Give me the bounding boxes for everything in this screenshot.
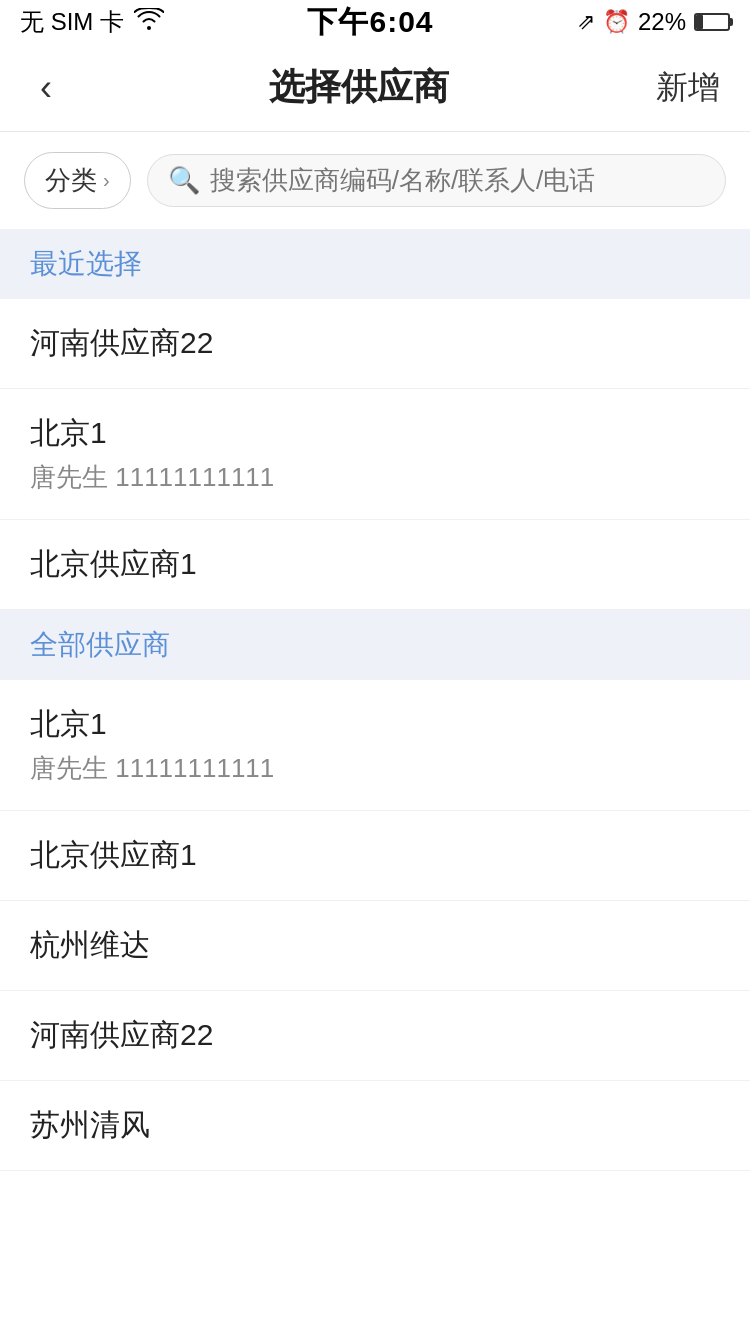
- page-title: 选择供应商: [269, 63, 449, 112]
- search-box[interactable]: 🔍: [147, 154, 726, 207]
- list-item-recent-2[interactable]: 北京供应商1: [0, 520, 750, 610]
- status-time: 下午6:04: [307, 2, 433, 43]
- item-name: 河南供应商22: [30, 1015, 720, 1056]
- list-item-recent-0[interactable]: 河南供应商22: [0, 299, 750, 389]
- item-name: 北京1: [30, 704, 720, 745]
- category-button[interactable]: 分类 ›: [24, 152, 131, 209]
- category-label: 分类: [45, 163, 97, 198]
- item-name: 河南供应商22: [30, 323, 720, 364]
- chevron-right-icon: ›: [103, 169, 110, 192]
- section-header-all: 全部供应商: [0, 610, 750, 680]
- item-name: 北京1: [30, 413, 720, 454]
- item-name: 杭州维达: [30, 925, 720, 966]
- battery-percentage: 22%: [638, 8, 686, 36]
- filter-bar: 分类 › 🔍: [0, 132, 750, 229]
- alarm-icon: ⏰: [603, 9, 630, 35]
- search-input[interactable]: [210, 165, 705, 196]
- list-item-all-4[interactable]: 苏州清风: [0, 1081, 750, 1171]
- location-icon: ⇗: [577, 9, 595, 35]
- nav-bar: ‹ 选择供应商 新增: [0, 44, 750, 132]
- status-bar: 无 SIM 卡 下午6:04 ⇗ ⏰ 22%: [0, 0, 750, 44]
- list-item-all-3[interactable]: 河南供应商22: [0, 991, 750, 1081]
- carrier-label: 无 SIM 卡: [20, 6, 124, 38]
- item-sub: 唐先生 11111111111: [30, 460, 720, 495]
- item-name: 北京供应商1: [30, 544, 720, 585]
- item-name: 北京供应商1: [30, 835, 720, 876]
- section-header-recent: 最近选择: [0, 229, 750, 299]
- back-button[interactable]: ‹: [30, 57, 62, 119]
- list-item-all-0[interactable]: 北京1 唐先生 11111111111: [0, 680, 750, 811]
- status-icons: ⇗ ⏰ 22%: [577, 8, 730, 36]
- item-name: 苏州清风: [30, 1105, 720, 1146]
- list-item-recent-1[interactable]: 北京1 唐先生 11111111111: [0, 389, 750, 520]
- sections-container: 最近选择河南供应商22 北京1 唐先生 11111111111 北京供应商1 全部供应商…: [0, 229, 750, 1171]
- search-icon: 🔍: [168, 165, 200, 196]
- list-item-all-1[interactable]: 北京供应商1: [0, 811, 750, 901]
- battery-icon: [694, 13, 730, 31]
- item-sub: 唐先生 11111111111: [30, 751, 720, 786]
- new-action-button[interactable]: 新增: [656, 66, 720, 110]
- wifi-icon: [134, 8, 164, 36]
- status-carrier-area: 无 SIM 卡: [20, 6, 164, 38]
- list-item-all-2[interactable]: 杭州维达: [0, 901, 750, 991]
